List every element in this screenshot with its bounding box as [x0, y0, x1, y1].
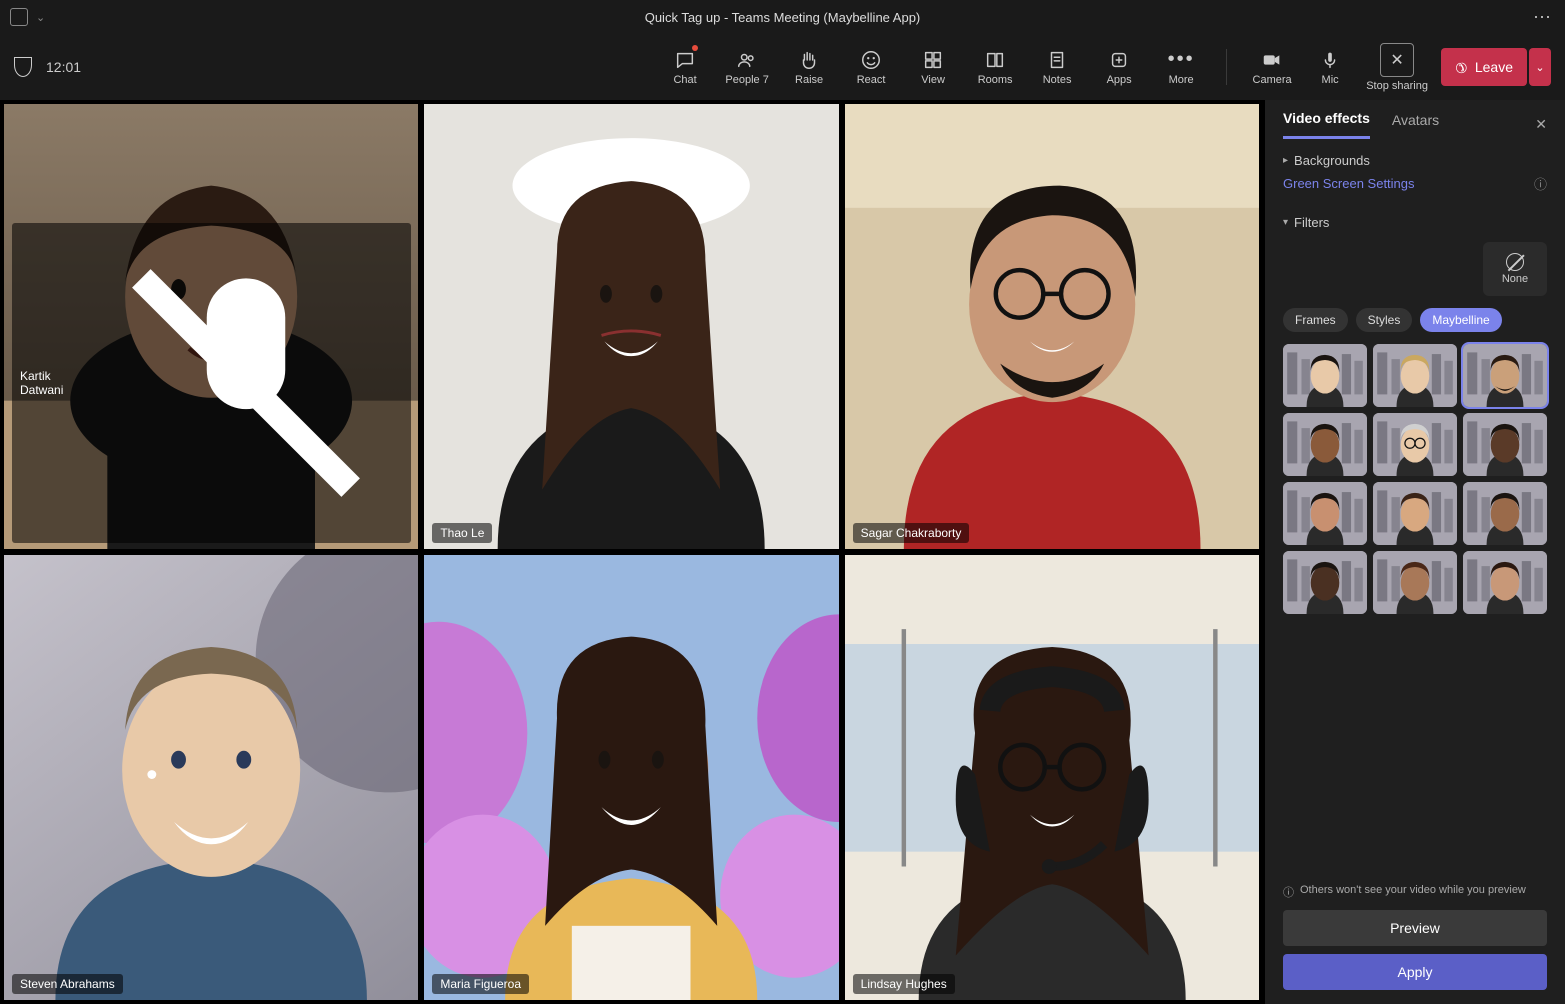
effects-sidebar: Video effects Avatars ✕ ▸ Backgrounds Gr… — [1265, 100, 1565, 1004]
filter-thumbnail[interactable] — [1283, 344, 1367, 407]
rooms-button[interactable]: Rooms — [968, 39, 1022, 95]
view-button[interactable]: View — [906, 39, 960, 95]
people-icon — [736, 49, 758, 71]
apps-button[interactable]: Apps — [1092, 39, 1146, 95]
stop-sharing-button[interactable]: ✕ Stop sharing — [1361, 39, 1433, 95]
filter-thumbnail[interactable] — [1373, 482, 1457, 545]
more-button[interactable]: ••• More — [1154, 39, 1208, 95]
filter-thumbnail[interactable] — [1283, 551, 1367, 614]
video-tile[interactable]: Lindsay Hughes — [845, 555, 1259, 1000]
window-controls-left: ⌄ — [10, 8, 45, 26]
sidebar-tabs: Video effects Avatars ✕ — [1265, 100, 1565, 139]
chevron-down-icon: ▾ — [1283, 217, 1288, 228]
chip-maybelline[interactable]: Maybelline — [1420, 308, 1501, 332]
tab-video-effects[interactable]: Video effects — [1283, 110, 1370, 139]
apps-plus-icon — [1108, 49, 1130, 71]
video-tile[interactable]: Maria Figueroa — [424, 555, 838, 1000]
more-options-icon[interactable]: ⋯ — [1533, 7, 1551, 28]
filter-thumbnail[interactable] — [1463, 551, 1547, 614]
phone-icon: ✆ — [1451, 57, 1471, 77]
leave-dropdown-button[interactable]: ⌄ — [1529, 48, 1551, 86]
chip-styles[interactable]: Styles — [1356, 308, 1413, 332]
no-filter-icon — [1506, 253, 1524, 271]
stop-share-icon: ✕ — [1380, 43, 1414, 77]
notification-dot-icon — [692, 45, 698, 51]
filters-section-header[interactable]: ▾ Filters — [1265, 201, 1565, 236]
window-controls-right: ⋯ — [1533, 7, 1551, 28]
filter-thumbnail[interactable] — [1373, 344, 1457, 407]
filter-thumbnail[interactable] — [1283, 482, 1367, 545]
chat-icon — [674, 49, 696, 71]
leave-button[interactable]: ✆ Leave — [1441, 48, 1527, 86]
preview-notice: ⓘ Others won't see your video while you … — [1283, 884, 1547, 910]
filter-thumbnail[interactable] — [1373, 551, 1457, 614]
notes-icon — [1046, 49, 1068, 71]
toolbar-left: 12:01 — [14, 57, 81, 77]
meeting-body: Kartik Datwani Thao Le — [0, 100, 1565, 1004]
smiley-icon — [860, 49, 882, 71]
notes-button[interactable]: Notes — [1030, 39, 1084, 95]
filter-none-option[interactable]: None — [1483, 242, 1547, 296]
video-tile[interactable]: Sagar Chakraborty — [845, 104, 1259, 549]
chat-button[interactable]: Chat — [658, 39, 712, 95]
filter-thumbnail-grid — [1265, 344, 1565, 614]
info-icon: ⓘ — [1534, 174, 1547, 193]
react-button[interactable]: React — [844, 39, 898, 95]
raise-hand-icon — [798, 49, 820, 71]
green-screen-link[interactable]: Green Screen Settings ⓘ — [1265, 174, 1565, 201]
participant-name-tag: Sagar Chakraborty — [853, 523, 970, 543]
participant-name-tag: Steven Abrahams — [12, 974, 123, 994]
preview-button[interactable]: Preview — [1283, 910, 1547, 946]
filter-thumbnail[interactable] — [1463, 344, 1547, 407]
window-title: Quick Tag up - Teams Meeting (Maybelline… — [645, 10, 921, 25]
meeting-toolbar: 12:01 Chat People 7 Raise React View Roo… — [0, 34, 1565, 100]
sidebar-footer: ⓘ Others won't see your video while you … — [1265, 872, 1565, 1004]
mic-off-icon — [89, 226, 403, 540]
toolbar-right: Chat People 7 Raise React View Rooms Not… — [658, 39, 1551, 95]
filter-thumbnail[interactable] — [1463, 482, 1547, 545]
video-tile[interactable]: Thao Le — [424, 104, 838, 549]
apply-button[interactable]: Apply — [1283, 954, 1547, 990]
ellipsis-icon: ••• — [1170, 49, 1192, 71]
people-button[interactable]: People 7 — [720, 39, 774, 95]
video-tile[interactable]: Steven Abrahams — [4, 555, 418, 1000]
participant-name-tag: Maria Figueroa — [432, 974, 529, 994]
chevron-right-icon: ▸ — [1283, 155, 1288, 166]
video-tile[interactable]: Kartik Datwani — [4, 104, 418, 549]
mic-icon — [1319, 49, 1341, 71]
backgrounds-section-header[interactable]: ▸ Backgrounds — [1265, 139, 1565, 174]
tab-avatars[interactable]: Avatars — [1392, 112, 1439, 138]
app-icon — [10, 8, 28, 26]
sidebar-buttons: Preview Apply — [1283, 910, 1547, 990]
raise-hand-button[interactable]: Raise — [782, 39, 836, 95]
camera-button[interactable]: Camera — [1245, 39, 1299, 95]
participant-name-tag: Lindsay Hughes — [853, 974, 955, 994]
camera-icon — [1261, 49, 1283, 71]
toolbar-separator — [1226, 49, 1227, 85]
rooms-icon — [984, 49, 1006, 71]
grid-icon — [922, 49, 944, 71]
dropdown-arrow-icon[interactable]: ⌄ — [36, 11, 45, 24]
chevron-down-icon: ⌄ — [1535, 61, 1544, 74]
filter-chip-row: Frames Styles Maybelline — [1265, 308, 1565, 344]
info-icon: ⓘ — [1283, 884, 1294, 900]
participant-name-tag: Kartik Datwani — [12, 223, 411, 543]
window-titlebar: ⌄ Quick Tag up - Teams Meeting (Maybelli… — [0, 0, 1565, 34]
filter-thumbnail[interactable] — [1463, 413, 1547, 476]
shield-icon[interactable] — [14, 57, 32, 77]
filter-thumbnail[interactable] — [1283, 413, 1367, 476]
video-grid: Kartik Datwani Thao Le — [0, 100, 1265, 1004]
chip-frames[interactable]: Frames — [1283, 308, 1348, 332]
meeting-time: 12:01 — [46, 59, 81, 75]
filter-thumbnail[interactable] — [1373, 413, 1457, 476]
close-panel-button[interactable]: ✕ — [1535, 116, 1547, 133]
participant-name-tag: Thao Le — [432, 523, 492, 543]
mic-button[interactable]: Mic — [1307, 39, 1353, 95]
